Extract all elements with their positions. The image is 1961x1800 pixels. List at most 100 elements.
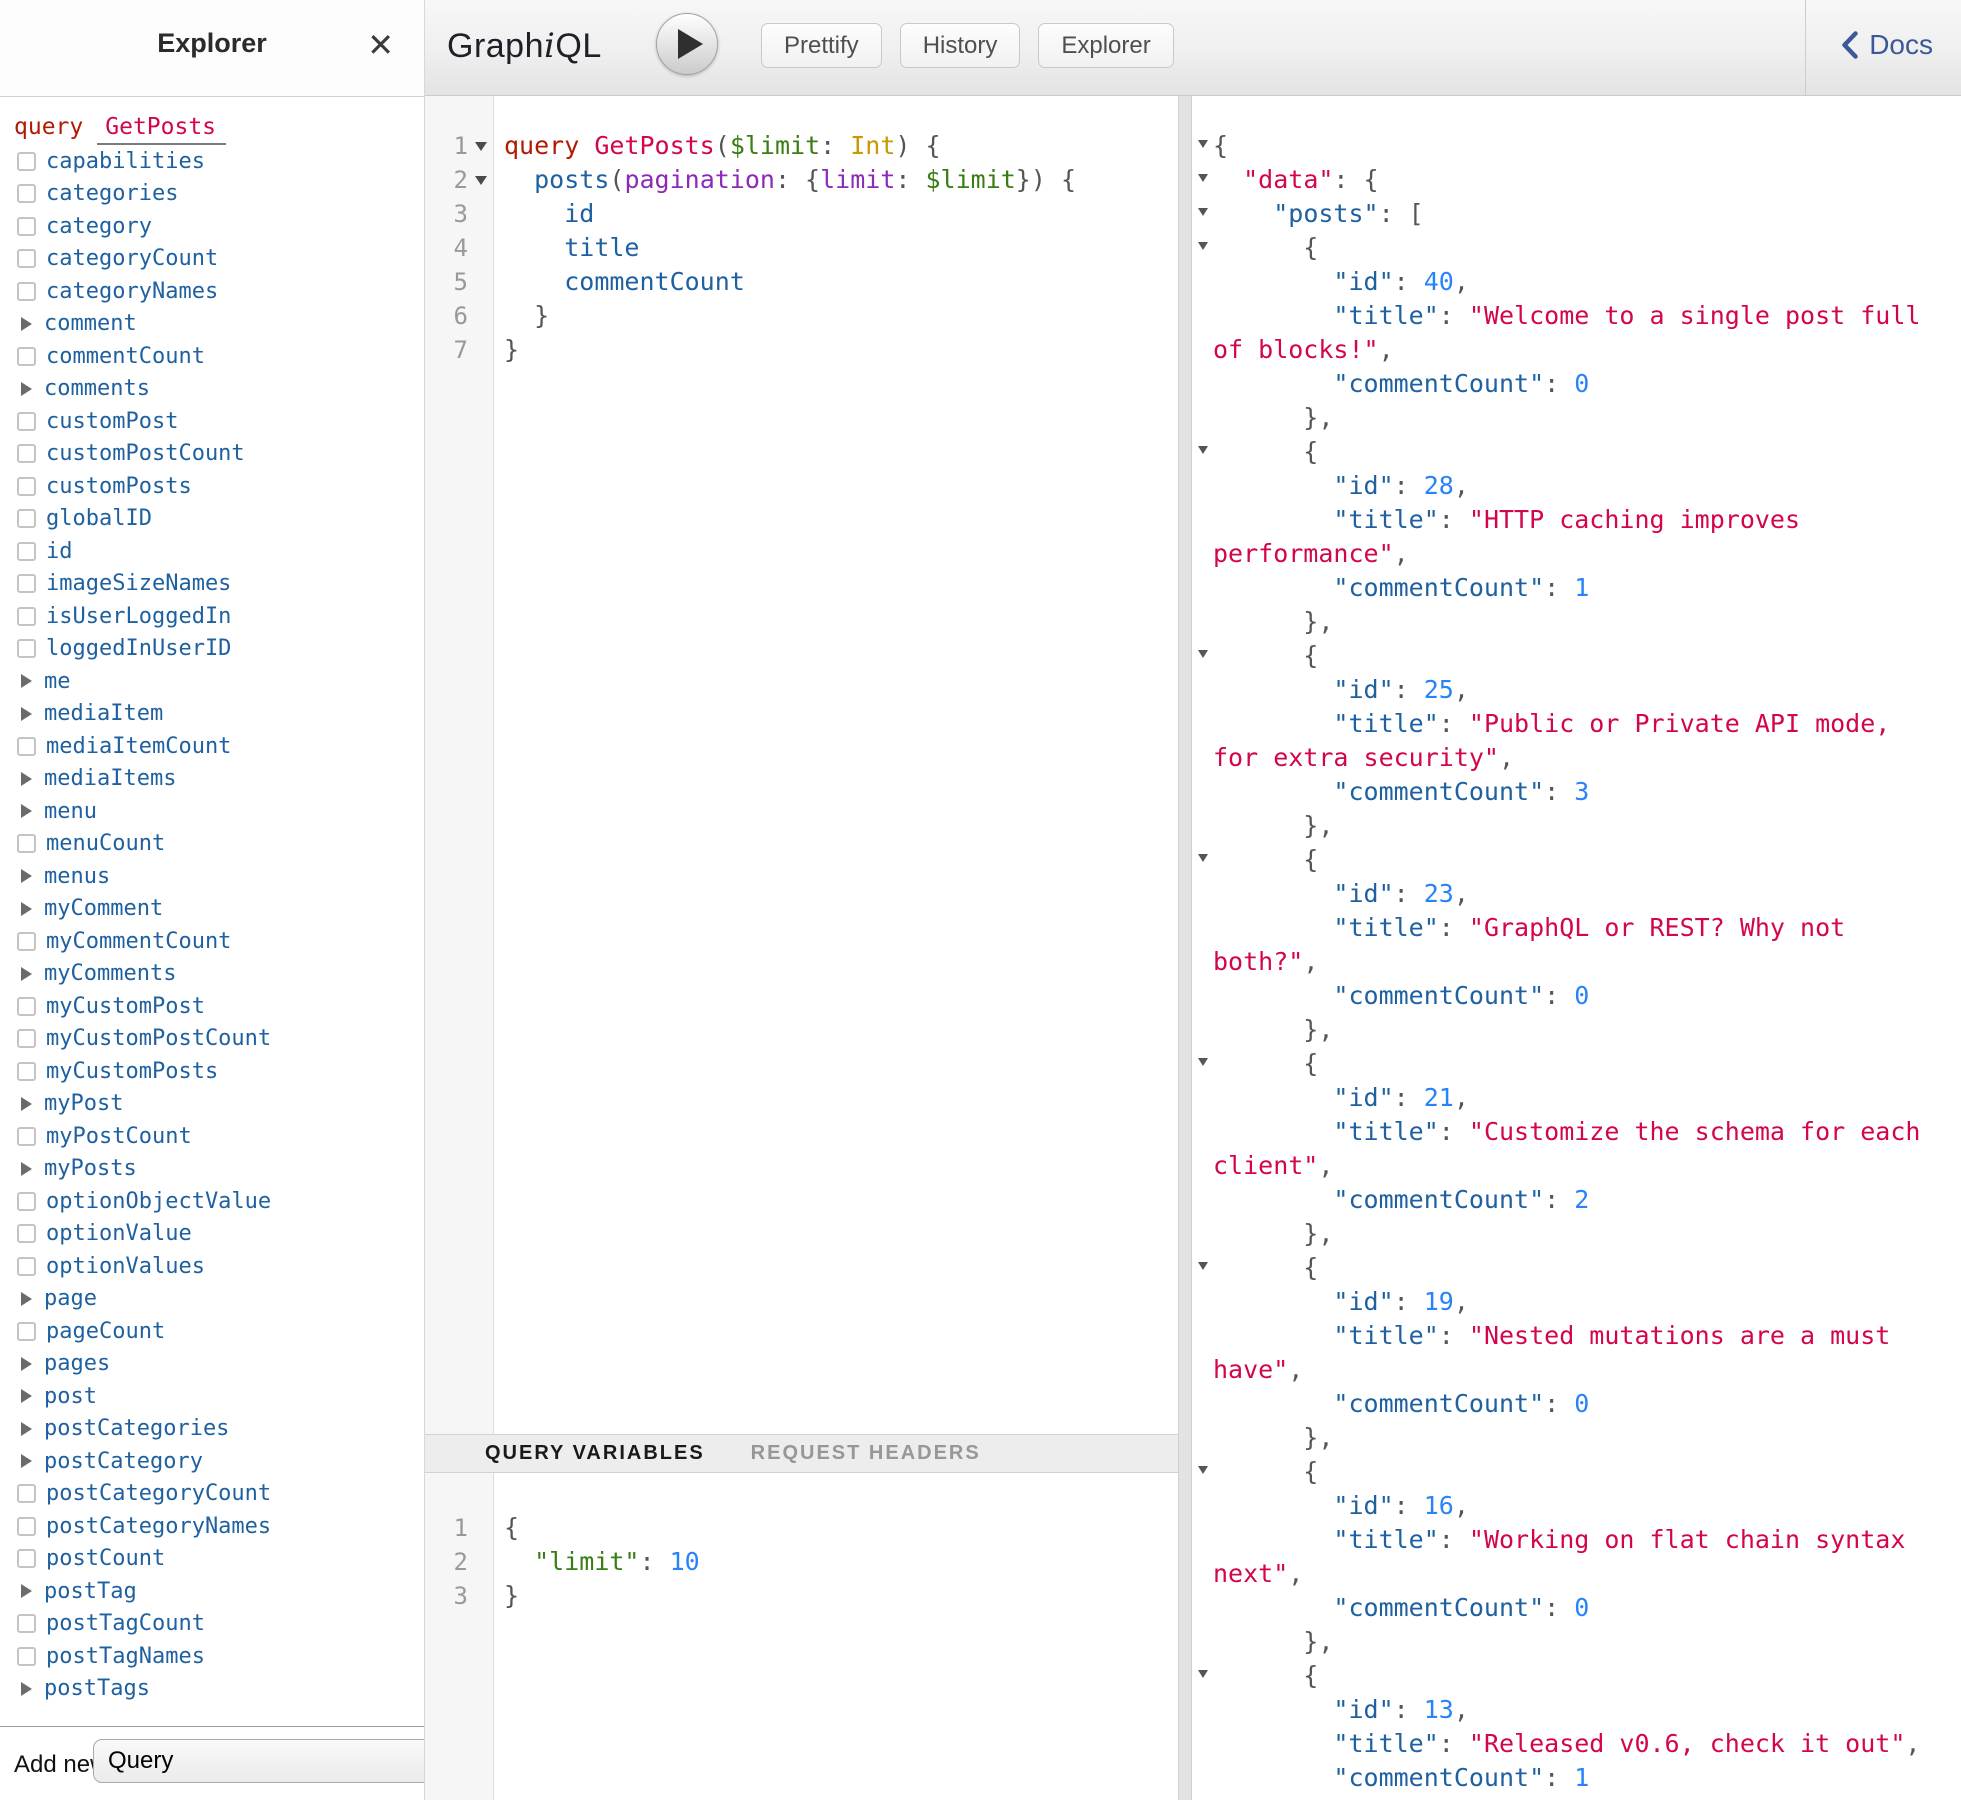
add-new-operation-select[interactable]: Query: [93, 1739, 425, 1783]
explorer-field-postCategory[interactable]: postCategory: [0, 1445, 424, 1478]
fold-arrow-icon[interactable]: [1198, 1466, 1208, 1474]
explorer-field-imageSizeNames[interactable]: imageSizeNames: [0, 568, 424, 601]
fold-arrow-icon[interactable]: [1198, 208, 1208, 216]
fold-arrow-icon[interactable]: [475, 142, 487, 151]
checkbox-icon[interactable]: [17, 1224, 36, 1243]
expand-arrow-icon[interactable]: [21, 869, 32, 883]
explorer-field-myCustomPost[interactable]: myCustomPost: [0, 990, 424, 1023]
expand-arrow-icon[interactable]: [21, 967, 32, 981]
explorer-field-isUserLoggedIn[interactable]: isUserLoggedIn: [0, 600, 424, 633]
explorer-field-optionObjectValue[interactable]: optionObjectValue: [0, 1185, 424, 1218]
checkbox-icon[interactable]: [17, 574, 36, 593]
tab-request-headers[interactable]: REQUEST HEADERS: [751, 1442, 981, 1465]
explorer-field-postCategoryNames[interactable]: postCategoryNames: [0, 1510, 424, 1543]
explorer-field-optionValues[interactable]: optionValues: [0, 1250, 424, 1283]
explorer-field-myComment[interactable]: myComment: [0, 893, 424, 926]
checkbox-icon[interactable]: [17, 1192, 36, 1211]
fold-arrow-icon[interactable]: [475, 176, 487, 185]
fold-arrow-icon[interactable]: [1198, 174, 1208, 182]
fold-arrow-icon[interactable]: [1198, 446, 1208, 454]
explorer-field-postCategories[interactable]: postCategories: [0, 1413, 424, 1446]
checkbox-icon[interactable]: [17, 607, 36, 626]
explorer-field-id[interactable]: id: [0, 535, 424, 568]
fold-arrow-icon[interactable]: [1198, 242, 1208, 250]
explorer-field-category[interactable]: category: [0, 210, 424, 243]
explorer-field-commentCount[interactable]: commentCount: [0, 340, 424, 373]
explorer-field-loggedInUserID[interactable]: loggedInUserID: [0, 633, 424, 666]
expand-arrow-icon[interactable]: [21, 1682, 32, 1696]
explorer-field-categories[interactable]: categories: [0, 178, 424, 211]
checkbox-icon[interactable]: [17, 1614, 36, 1633]
docs-button[interactable]: Docs: [1841, 29, 1933, 61]
checkbox-icon[interactable]: [17, 997, 36, 1016]
explorer-field-comment[interactable]: comment: [0, 308, 424, 341]
explorer-field-postTagCount[interactable]: postTagCount: [0, 1608, 424, 1641]
fold-arrow-icon[interactable]: [1198, 854, 1208, 862]
checkbox-icon[interactable]: [17, 1062, 36, 1081]
toolbar-button-prettify[interactable]: Prettify: [761, 23, 882, 68]
checkbox-icon[interactable]: [17, 542, 36, 561]
explorer-field-post[interactable]: post: [0, 1380, 424, 1413]
explorer-field-myComments[interactable]: myComments: [0, 958, 424, 991]
fold-arrow-icon[interactable]: [1198, 140, 1208, 148]
checkbox-icon[interactable]: [17, 1257, 36, 1276]
expand-arrow-icon[interactable]: [21, 382, 32, 396]
explorer-field-postTagNames[interactable]: postTagNames: [0, 1640, 424, 1673]
tab-query-variables[interactable]: QUERY VARIABLES: [485, 1442, 705, 1465]
explorer-field-myPostCount[interactable]: myPostCount: [0, 1120, 424, 1153]
explorer-field-customPostCount[interactable]: customPostCount: [0, 438, 424, 471]
explorer-field-page[interactable]: page: [0, 1283, 424, 1316]
checkbox-icon[interactable]: [17, 282, 36, 301]
expand-arrow-icon[interactable]: [21, 804, 32, 818]
checkbox-icon[interactable]: [17, 932, 36, 951]
explorer-field-menu[interactable]: menu: [0, 795, 424, 828]
checkbox-icon[interactable]: [17, 1517, 36, 1536]
checkbox-icon[interactable]: [17, 1647, 36, 1666]
checkbox-icon[interactable]: [17, 639, 36, 658]
explorer-field-mediaItemCount[interactable]: mediaItemCount: [0, 730, 424, 763]
query-editor[interactable]: 1234567 query GetPosts($limit: Int) { po…: [425, 96, 1178, 1434]
variables-code[interactable]: { "limit": 10}: [504, 1511, 700, 1613]
explorer-field-postCount[interactable]: postCount: [0, 1543, 424, 1576]
checkbox-icon[interactable]: [17, 412, 36, 431]
expand-arrow-icon[interactable]: [21, 1584, 32, 1598]
query-variables-editor[interactable]: 123 { "limit": 10}: [425, 1473, 1178, 1800]
fold-arrow-icon[interactable]: [1198, 1058, 1208, 1066]
explorer-field-pageCount[interactable]: pageCount: [0, 1315, 424, 1348]
explorer-field-categoryCount[interactable]: categoryCount: [0, 243, 424, 276]
explorer-field-globalID[interactable]: globalID: [0, 503, 424, 536]
expand-arrow-icon[interactable]: [21, 1097, 32, 1111]
checkbox-icon[interactable]: [17, 834, 36, 853]
checkbox-icon[interactable]: [17, 1322, 36, 1341]
expand-arrow-icon[interactable]: [21, 317, 32, 331]
expand-arrow-icon[interactable]: [21, 1292, 32, 1306]
checkbox-icon[interactable]: [17, 509, 36, 528]
checkbox-icon[interactable]: [17, 152, 36, 171]
expand-arrow-icon[interactable]: [21, 1162, 32, 1176]
explorer-field-menuCount[interactable]: menuCount: [0, 828, 424, 861]
fold-arrow-icon[interactable]: [1198, 1670, 1208, 1678]
query-editor-code[interactable]: query GetPosts($limit: Int) { posts(pagi…: [504, 129, 1076, 367]
expand-arrow-icon[interactable]: [21, 1422, 32, 1436]
explorer-field-comments[interactable]: comments: [0, 373, 424, 406]
explorer-field-capabilities[interactable]: capabilities: [0, 145, 424, 178]
checkbox-icon[interactable]: [17, 347, 36, 366]
expand-arrow-icon[interactable]: [21, 1357, 32, 1371]
explorer-field-myCustomPostCount[interactable]: myCustomPostCount: [0, 1023, 424, 1056]
toolbar-button-explorer[interactable]: Explorer: [1038, 23, 1173, 68]
explorer-field-myPost[interactable]: myPost: [0, 1088, 424, 1121]
close-icon[interactable]: ✕: [367, 26, 394, 64]
checkbox-icon[interactable]: [17, 1549, 36, 1568]
execute-button[interactable]: [656, 13, 718, 75]
explorer-field-postTag[interactable]: postTag: [0, 1575, 424, 1608]
explorer-field-myCommentCount[interactable]: myCommentCount: [0, 925, 424, 958]
expand-arrow-icon[interactable]: [21, 772, 32, 786]
explorer-field-me[interactable]: me: [0, 665, 424, 698]
explorer-field-menus[interactable]: menus: [0, 860, 424, 893]
toolbar-button-history[interactable]: History: [900, 23, 1021, 68]
operation-name-input[interactable]: GetPosts: [97, 114, 226, 145]
explorer-field-myCustomPosts[interactable]: myCustomPosts: [0, 1055, 424, 1088]
expand-arrow-icon[interactable]: [21, 1389, 32, 1403]
explorer-field-customPost[interactable]: customPost: [0, 405, 424, 438]
checkbox-icon[interactable]: [17, 249, 36, 268]
